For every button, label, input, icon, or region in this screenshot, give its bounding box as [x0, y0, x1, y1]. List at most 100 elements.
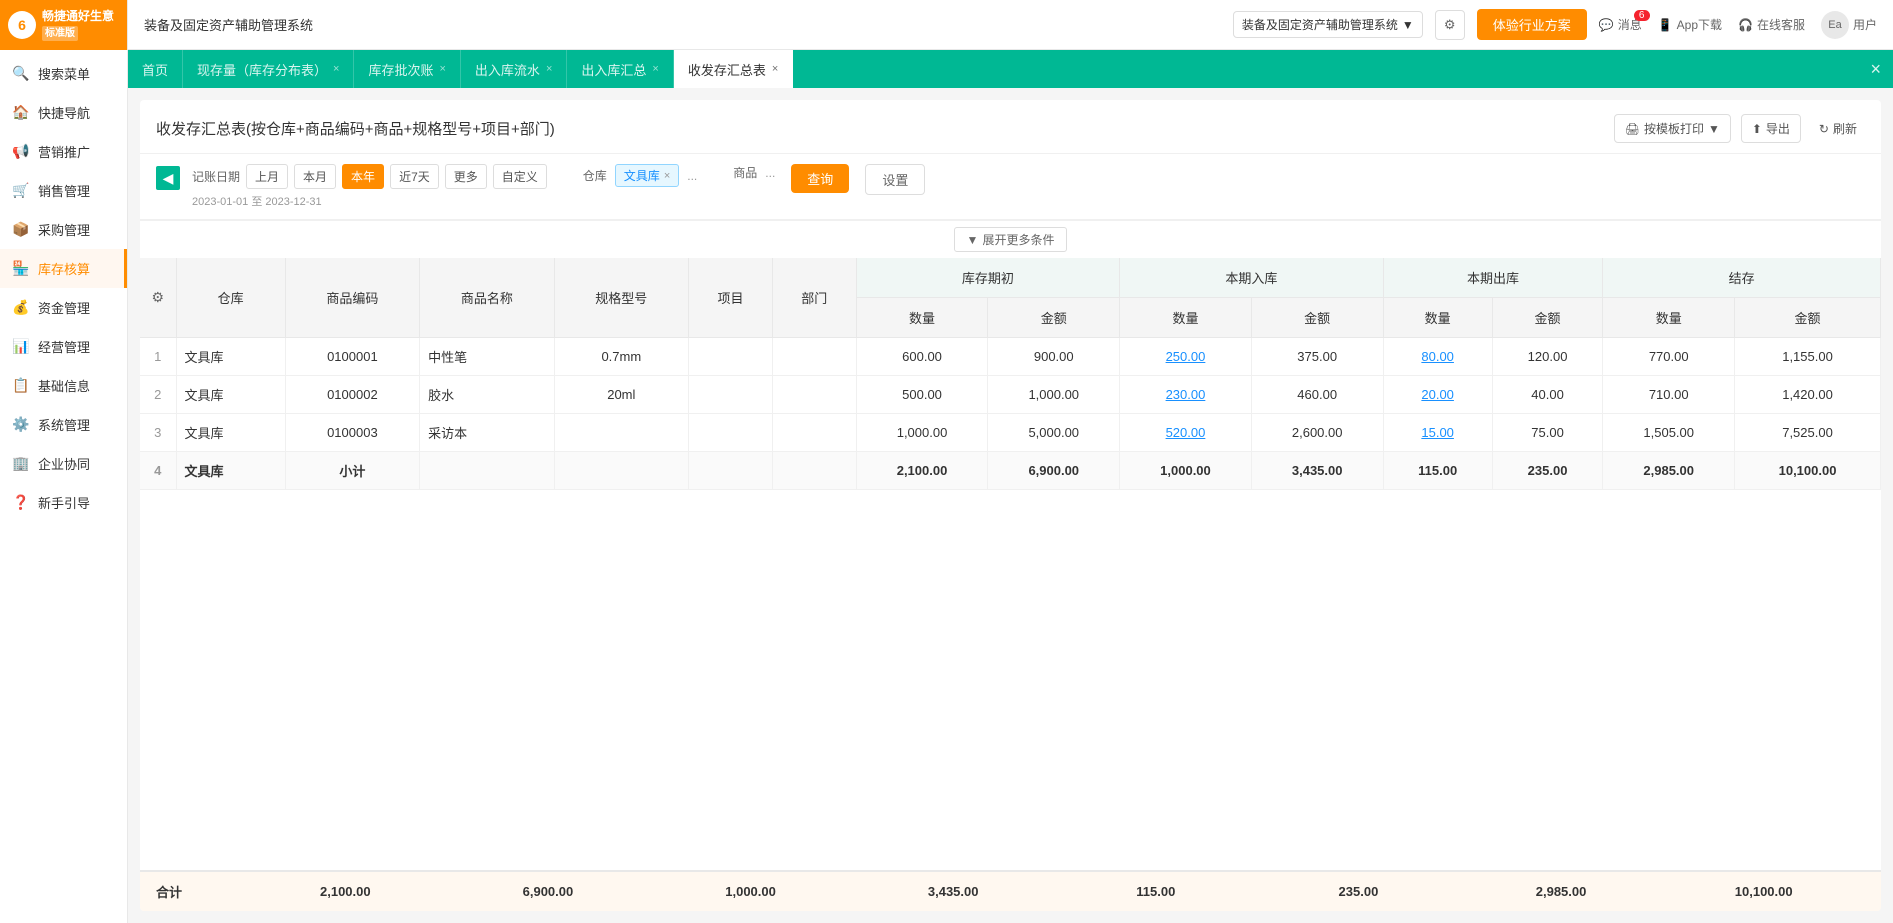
online-service-button[interactable]: 🎧 在线客服 [1738, 16, 1805, 33]
sidebar-menu: 🔍 搜索菜单 🏠 快捷导航 📢 营销推广 🛒 销售管理 📦 采购管理 🏪 库存核… [0, 50, 127, 923]
cell-name: 中性笔 [420, 338, 554, 376]
sidebar-item-enterprise[interactable]: 🏢 企业协同 [0, 444, 127, 483]
sidebar-item-finance[interactable]: 💰 资金管理 [0, 288, 127, 327]
filter-setting-button[interactable]: 设置 [865, 164, 925, 195]
sidebar-item-purchase[interactable]: 📦 采购管理 [0, 210, 127, 249]
date-this-month-button[interactable]: 本月 [294, 164, 336, 189]
warehouse-more-button[interactable]: ... [687, 169, 697, 183]
cell-out-qty[interactable]: 20.00 [1383, 376, 1492, 414]
tab-close-icon[interactable]: × [652, 63, 658, 75]
th-open-qty: 数量 [856, 298, 988, 338]
date-buttons-row: 记账日期 上月 本月 本年 近7天 更多 自定义 [192, 164, 547, 189]
cell-out-qty: 115.00 [1383, 452, 1492, 490]
message-button[interactable]: 💬 消息 6 [1599, 16, 1642, 33]
tab-stock-dist[interactable]: 现存量（库存分布表） × [183, 50, 354, 88]
page-title-bar: 收发存汇总表(按仓库+商品编码+商品+规格型号+项目+部门) 🖨 按模板打印 ▼… [140, 100, 1881, 154]
system-icon: ⚙️ [12, 416, 30, 434]
sales-icon: 🛒 [12, 182, 30, 200]
cell-in-qty[interactable]: 250.00 [1120, 338, 1252, 376]
refresh-button[interactable]: ↻ 刷新 [1811, 115, 1865, 142]
sidebar-item-guide[interactable]: ❓ 新手引导 [0, 483, 127, 522]
table-settings-icon[interactable]: ⚙ [151, 289, 164, 305]
sidebar-item-inventory[interactable]: 🏪 库存核算 [0, 249, 127, 288]
tab-close-icon[interactable]: × [546, 63, 552, 75]
sidebar-item-operation[interactable]: 📊 经营管理 [0, 327, 127, 366]
product-more-button[interactable]: ... [765, 166, 775, 180]
warehouse-filter-group: 仓库 文具库 × ... [583, 164, 697, 187]
sidebar-item-label: 销售管理 [38, 181, 90, 200]
sidebar-item-base-info[interactable]: 📋 基础信息 [0, 366, 127, 405]
cell-warehouse: 文具库 [176, 376, 285, 414]
date-this-year-button[interactable]: 本年 [342, 164, 384, 189]
cell-warehouse: 文具库 [176, 338, 285, 376]
cell-spec: 0.7mm [554, 338, 688, 376]
cell-in-amt: 3,435.00 [1251, 452, 1383, 490]
search-button[interactable]: 查询 [791, 164, 849, 193]
product-filter-group: 商品 ... [733, 164, 775, 181]
cell-out-qty[interactable]: 15.00 [1383, 414, 1492, 452]
print-button[interactable]: 🖨 按模板打印 ▼ [1614, 114, 1731, 143]
tab-close-icon[interactable]: × [772, 63, 778, 75]
cell-in-qty[interactable]: 520.00 [1120, 414, 1252, 452]
cell-close-qty: 770.00 [1603, 338, 1735, 376]
tab-batch[interactable]: 库存批次账 × [354, 50, 460, 88]
message-icon: 💬 [1599, 18, 1614, 32]
sidebar-item-sales[interactable]: 🛒 销售管理 [0, 171, 127, 210]
sidebar-item-label: 新手引导 [38, 493, 90, 512]
inventory-icon: 🏪 [12, 260, 30, 278]
cell-out-amt: 235.00 [1492, 452, 1603, 490]
trial-button[interactable]: 体验行业方案 [1477, 9, 1587, 40]
th-out-qty: 数量 [1383, 298, 1492, 338]
cell-code: 0100002 [285, 376, 419, 414]
settings-gear-button[interactable]: ⚙ [1435, 10, 1465, 40]
page-actions: 🖨 按模板打印 ▼ ⬆ 导出 ↻ 刷新 [1614, 114, 1865, 143]
cell-out-qty[interactable]: 80.00 [1383, 338, 1492, 376]
app-download-button[interactable]: 📱 App下载 [1658, 16, 1722, 33]
filter-toggle-button[interactable]: ◀ [156, 166, 180, 190]
cell-open-amt: 5,000.00 [988, 414, 1120, 452]
cell-code: 0100003 [285, 414, 419, 452]
cell-dept [772, 376, 856, 414]
tab-close-icon[interactable]: × [439, 63, 445, 75]
export-button[interactable]: ⬆ 导出 [1741, 114, 1801, 143]
tab-close-icon[interactable]: × [333, 63, 339, 75]
cell-num: 1 [140, 338, 176, 376]
sidebar-item-label: 企业协同 [38, 454, 90, 473]
tab-label: 库存批次账 [368, 60, 433, 79]
export-icon: ⬆ [1752, 122, 1762, 136]
cell-in-amt: 460.00 [1251, 376, 1383, 414]
total-label: 合计 [156, 882, 236, 901]
total-close-amt: 10,100.00 [1662, 884, 1865, 899]
purchase-icon: 📦 [12, 221, 30, 239]
cell-in-qty[interactable]: 230.00 [1120, 376, 1252, 414]
cell-open-qty: 500.00 [856, 376, 988, 414]
sidebar-item-marketing[interactable]: 📢 营销推广 [0, 132, 127, 171]
base-info-icon: 📋 [12, 377, 30, 395]
cell-close-qty: 710.00 [1603, 376, 1735, 414]
tab-recv-send[interactable]: 收发存汇总表× [674, 50, 793, 88]
expand-more-button[interactable]: ▼ 展开更多条件 [954, 227, 1068, 252]
date-filter-group: 记账日期 上月 本月 本年 近7天 更多 自定义 2023-01-01 至 20… [192, 164, 547, 209]
system-select[interactable]: 装备及固定资产辅助管理系统 ▼ [1233, 11, 1423, 38]
cell-close-amt: 7,525.00 [1735, 414, 1881, 452]
user-button[interactable]: Ea 用户 [1821, 11, 1877, 39]
refresh-icon: ↻ [1819, 122, 1829, 136]
sidebar-item-quick-nav[interactable]: 🏠 快捷导航 [0, 93, 127, 132]
date-more-button[interactable]: 更多 [445, 164, 487, 189]
date-custom-button[interactable]: 自定义 [493, 164, 547, 189]
tab-inout-summary[interactable]: 出入库汇总× [567, 50, 673, 88]
warehouse-tag-remove-button[interactable]: × [664, 170, 670, 182]
cell-name: 胶水 [420, 376, 554, 414]
date-7days-button[interactable]: 近7天 [390, 164, 439, 189]
sidebar-item-system[interactable]: ⚙️ 系统管理 [0, 405, 127, 444]
tab-inout-flow[interactable]: 出入库流水× [461, 50, 567, 88]
sidebar-item-search[interactable]: 🔍 搜索菜单 [0, 54, 127, 93]
date-range-text: 2023-01-01 至 2023-12-31 [192, 193, 547, 209]
date-prev-month-button[interactable]: 上月 [246, 164, 288, 189]
close-all-button[interactable]: × [1858, 59, 1893, 80]
search-icon: 🔍 [12, 65, 30, 83]
tab-label: 现存量（库存分布表） [197, 60, 327, 79]
tab-home[interactable]: 首页 [128, 50, 183, 88]
th-spec: 规格型号 [554, 258, 688, 338]
sidebar-item-label: 搜索菜单 [38, 64, 90, 83]
